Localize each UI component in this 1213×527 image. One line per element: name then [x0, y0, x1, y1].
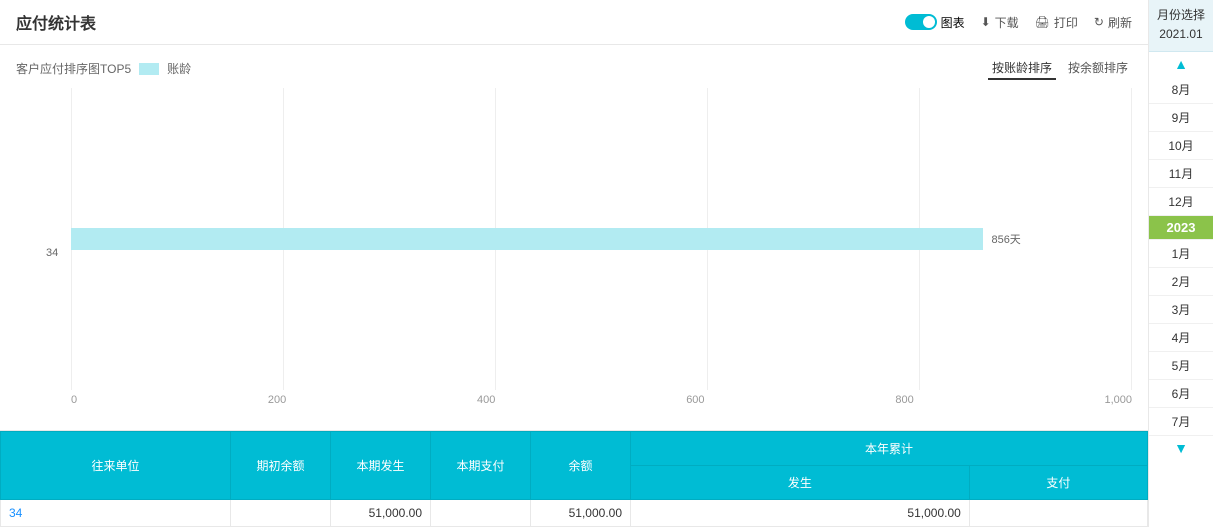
- cell-unit: 34: [1, 500, 231, 527]
- cell-payment: [431, 500, 531, 527]
- x-label-600: 600: [686, 394, 704, 406]
- col-payment: 本期支付: [431, 432, 531, 500]
- download-label: 下载: [995, 14, 1019, 31]
- cell-ytd-payment: [969, 500, 1147, 527]
- chart-plot-area: 856天: [71, 88, 1132, 390]
- download-button[interactable]: ⬇ 下载: [981, 14, 1019, 31]
- chart-section: 客户应付排序图TOP5 账龄 按账龄排序 按余额排序: [0, 45, 1148, 430]
- page-header: 应付统计表 图表 ⬇ 下载 🖨 打印 ↻ 刷新: [0, 0, 1148, 45]
- legend-box-label: 账龄: [167, 60, 191, 77]
- col-ytd-occurrence: 发生: [631, 466, 970, 500]
- month-item-1[interactable]: 1月: [1149, 240, 1213, 268]
- y-axis-label: 34: [46, 247, 58, 259]
- refresh-icon: ↻: [1094, 15, 1104, 29]
- month-item-2[interactable]: 2月: [1149, 268, 1213, 296]
- col-balance: 余额: [531, 432, 631, 500]
- x-label-0: 0: [71, 394, 77, 406]
- month-item-10[interactable]: 10月: [1149, 132, 1213, 160]
- month-item-3[interactable]: 3月: [1149, 296, 1213, 324]
- bar-label-right: 856天: [991, 231, 1020, 247]
- data-table: 往来单位 期初余额 本期发生 本期支付 余额 本年累计 发生 支付 34: [0, 431, 1148, 527]
- year-marker: 2023: [1149, 216, 1213, 240]
- col-ytd-payment: 支付: [969, 466, 1147, 500]
- print-icon: 🖨: [1035, 15, 1050, 29]
- chart-legend-label: 客户应付排序图TOP5: [16, 60, 131, 77]
- cell-balance: 51,000.00: [531, 500, 631, 527]
- x-label-1000: 1,000: [1104, 394, 1132, 406]
- table-section: 往来单位 期初余额 本期发生 本期支付 余额 本年累计 发生 支付 34: [0, 430, 1148, 527]
- col-opening: 期初余额: [231, 432, 331, 500]
- x-label-800: 800: [895, 394, 913, 406]
- month-item-7[interactable]: 7月: [1149, 408, 1213, 436]
- print-button[interactable]: 🖨 打印: [1035, 14, 1078, 31]
- sort-by-balance-button[interactable]: 按账龄排序: [988, 57, 1056, 80]
- chart-toggle-label: 图表: [941, 14, 965, 31]
- month-item-12[interactable]: 12月: [1149, 188, 1213, 216]
- col-occurrence: 本期发生: [331, 432, 431, 500]
- x-label-200: 200: [268, 394, 286, 406]
- print-label: 打印: [1054, 14, 1078, 31]
- year-input[interactable]: [1153, 23, 1209, 45]
- chart-sort: 按账龄排序 按余额排序: [988, 57, 1132, 80]
- month-item-5[interactable]: 5月: [1149, 352, 1213, 380]
- nav-down-button[interactable]: ▼: [1149, 436, 1213, 460]
- chart-body: 856天 34 0 200 400 600 800 1,000: [16, 88, 1132, 418]
- cell-occurrence: 51,000.00: [331, 500, 431, 527]
- x-axis: 0 200 400 600 800 1,000: [71, 390, 1132, 418]
- sidebar-nav: ▲ 8月 9月 10月 11月 12月 2023 1月 2月 3月 4月 5月 …: [1149, 52, 1213, 527]
- cell-opening: [231, 500, 331, 527]
- bar: [71, 228, 983, 250]
- refresh-button[interactable]: ↻ 刷新: [1094, 14, 1132, 31]
- month-item-11[interactable]: 11月: [1149, 160, 1213, 188]
- sidebar-header: 月份选择: [1149, 0, 1213, 52]
- month-item-6[interactable]: 6月: [1149, 380, 1213, 408]
- page-title: 应付统计表: [16, 10, 905, 34]
- download-icon: ⬇: [981, 15, 991, 29]
- table-row: 34 51,000.00 51,000.00 51,000.00: [1, 500, 1148, 527]
- col-ytd: 本年累计: [631, 432, 1148, 466]
- sidebar-header-label: 月份选择: [1153, 6, 1209, 23]
- chart-legend: 客户应付排序图TOP5 账龄: [16, 60, 191, 77]
- month-item-8[interactable]: 8月: [1149, 76, 1213, 104]
- chart-toggle[interactable]: [905, 14, 937, 30]
- month-item-4[interactable]: 4月: [1149, 324, 1213, 352]
- nav-up-button[interactable]: ▲: [1149, 52, 1213, 76]
- chart-header: 客户应付排序图TOP5 账龄 按账龄排序 按余额排序: [16, 57, 1132, 80]
- header-actions: 图表 ⬇ 下载 🖨 打印 ↻ 刷新: [905, 14, 1132, 31]
- x-label-400: 400: [477, 394, 495, 406]
- unit-link[interactable]: 34: [9, 506, 22, 520]
- legend-box: [139, 63, 159, 75]
- bar-row: 856天: [71, 228, 1132, 250]
- sort-by-amount-button[interactable]: 按余额排序: [1064, 57, 1132, 80]
- cell-ytd-occurrence: 51,000.00: [631, 500, 970, 527]
- sidebar: 月份选择 ▲ 8月 9月 10月 11月 12月 2023 1月 2月 3月 4…: [1148, 0, 1213, 527]
- col-unit: 往来单位: [1, 432, 231, 500]
- chart-toggle-wrap[interactable]: 图表: [905, 14, 965, 31]
- month-item-9[interactable]: 9月: [1149, 104, 1213, 132]
- refresh-label: 刷新: [1108, 14, 1132, 31]
